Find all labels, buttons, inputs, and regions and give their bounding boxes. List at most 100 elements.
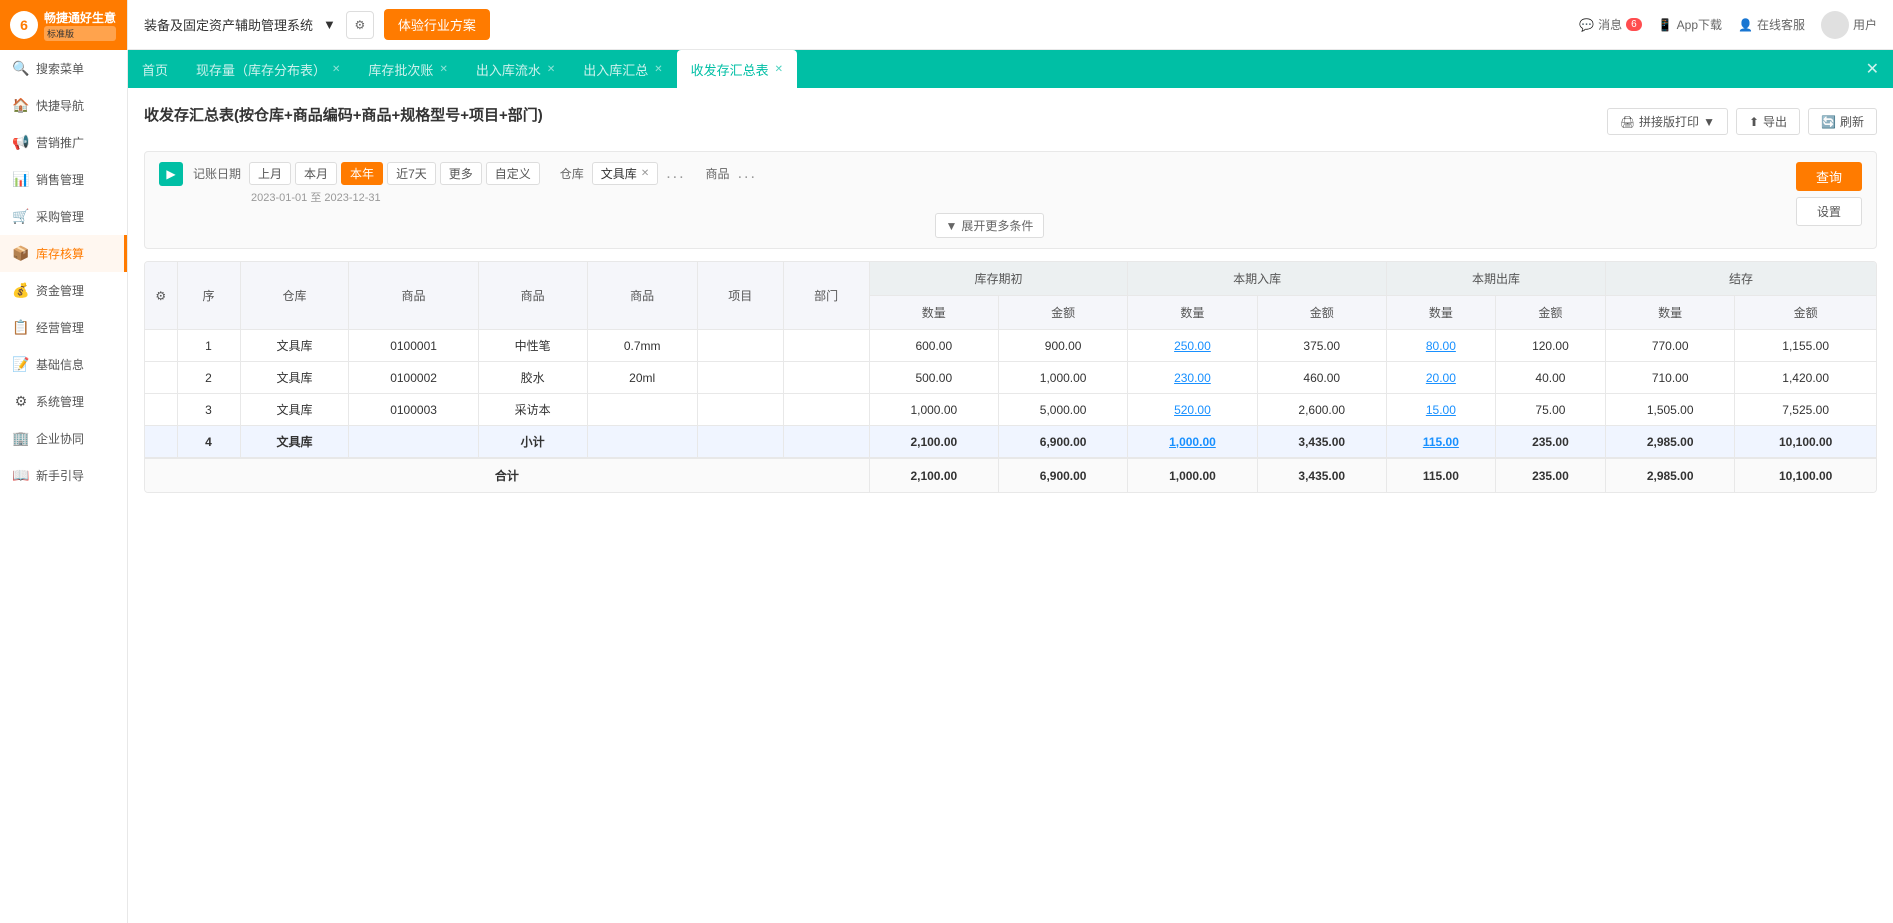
warehouse-tag-text: 文具库 xyxy=(601,165,637,182)
sidebar-item-system[interactable]: ⚙ 系统管理 xyxy=(0,383,127,420)
row-department xyxy=(783,330,869,362)
refresh-button[interactable]: 🔄 刷新 xyxy=(1808,108,1877,135)
close-all-tabs-button[interactable]: ✕ xyxy=(1852,59,1893,79)
sidebar-item-sales[interactable]: 📊 销售管理 xyxy=(0,161,127,198)
row-code xyxy=(349,426,478,459)
warehouse-ellipsis-button[interactable]: ... xyxy=(666,165,685,183)
sidebar-item-search[interactable]: 🔍 搜索菜单 xyxy=(0,50,127,87)
online-service-action[interactable]: 👤 在线客服 xyxy=(1738,16,1805,33)
date-this-month-button[interactable]: 本月 xyxy=(295,162,337,185)
date-last-month-button[interactable]: 上月 xyxy=(249,162,291,185)
col-opening-amt-header: 金额 xyxy=(998,296,1127,330)
query-button[interactable]: 查询 xyxy=(1796,162,1862,191)
tab-in-out-summary-close[interactable]: ✕ xyxy=(654,64,662,75)
sidebar-item-finance[interactable]: 💰 资金管理 xyxy=(0,272,127,309)
date-more-button[interactable]: 更多 xyxy=(440,162,482,185)
tab-in-out-summary-label: 出入库汇总 xyxy=(583,60,648,79)
sidebar-item-enterprise[interactable]: 🏢 企业协同 xyxy=(0,420,127,457)
sidebar-item-label: 新手引导 xyxy=(36,467,84,484)
row-spec xyxy=(587,426,697,459)
row-out-amt: 235.00 xyxy=(1495,426,1605,459)
goods-ellipsis-button[interactable]: ... xyxy=(738,165,757,183)
tab-in-out-flow[interactable]: 出入库流水 ✕ xyxy=(462,50,569,88)
tab-stock-dist-close[interactable]: ✕ xyxy=(332,64,340,75)
sidebar-item-purchase[interactable]: 🛒 采购管理 xyxy=(0,198,127,235)
row-settings xyxy=(145,362,177,394)
tab-in-out-summary[interactable]: 出入库汇总 ✕ xyxy=(569,50,676,88)
sidebar-item-marketing[interactable]: 📢 营销推广 xyxy=(0,124,127,161)
export-icon: ⬆ xyxy=(1749,115,1759,129)
date-this-year-button[interactable]: 本年 xyxy=(341,162,383,185)
sidebar-item-basic-info[interactable]: 📝 基础信息 xyxy=(0,346,127,383)
tab-recv-send-summary-close[interactable]: ✕ xyxy=(775,64,783,75)
col-no-header: 序 xyxy=(177,262,240,330)
tab-recv-send-summary-label: 收发存汇总表 xyxy=(691,60,769,79)
row-in-qty[interactable]: 520.00 xyxy=(1128,394,1257,426)
col-closing-amt-header: 金额 xyxy=(1735,296,1876,330)
home-icon: 🏠 xyxy=(12,97,30,114)
row-out-qty[interactable]: 115.00 xyxy=(1386,426,1495,459)
refresh-icon: 🔄 xyxy=(1821,115,1836,129)
tab-home-label: 首页 xyxy=(142,60,168,79)
header-settings-button[interactable]: ⚙ xyxy=(346,11,374,39)
row-out-qty[interactable]: 15.00 xyxy=(1386,394,1495,426)
date-preset-buttons: 上月 本月 本年 近7天 更多 自定义 xyxy=(249,162,540,185)
row-warehouse: 文具库 xyxy=(240,394,349,426)
trial-button[interactable]: 体验行业方案 xyxy=(384,9,490,40)
warehouse-tag[interactable]: 文具库 ✕ xyxy=(592,162,658,185)
tab-batch-ledger-label: 库存批次账 xyxy=(368,60,433,79)
sidebar-item-quick-nav[interactable]: 🏠 快捷导航 xyxy=(0,87,127,124)
col-department-header: 部门 xyxy=(783,262,869,330)
tab-recv-send-summary[interactable]: 收发存汇总表 ✕ xyxy=(677,50,797,88)
row-no: 2 xyxy=(177,362,240,394)
col-settings-header[interactable]: ⚙ xyxy=(145,262,177,330)
user-avatar xyxy=(1821,11,1849,39)
row-out-qty[interactable]: 80.00 xyxy=(1386,330,1495,362)
col-product-spec-header: 商品 xyxy=(587,262,697,330)
tab-stock-dist[interactable]: 现存量（库存分布表） ✕ xyxy=(182,50,354,88)
col-in-header: 本期入库 xyxy=(1128,262,1387,296)
row-opening-amt: 900.00 xyxy=(998,330,1127,362)
row-in-qty[interactable]: 1,000.00 xyxy=(1128,426,1257,459)
filter-toggle-button[interactable]: ▶ xyxy=(159,162,183,186)
row-settings xyxy=(145,330,177,362)
sidebar-item-guide[interactable]: 📖 新手引导 xyxy=(0,457,127,494)
marketing-icon: 📢 xyxy=(12,134,30,151)
expand-conditions-button[interactable]: ▼ 展开更多条件 xyxy=(935,213,1045,238)
tab-in-out-flow-close[interactable]: ✕ xyxy=(547,64,555,75)
tab-batch-ledger[interactable]: 库存批次账 ✕ xyxy=(354,50,461,88)
tab-batch-ledger-close[interactable]: ✕ xyxy=(439,64,447,75)
export-button[interactable]: ⬆ 导出 xyxy=(1736,108,1800,135)
warehouse-tag-close[interactable]: ✕ xyxy=(641,168,649,179)
col-out-header: 本期出库 xyxy=(1386,262,1605,296)
message-action[interactable]: 💬 消息 6 xyxy=(1579,16,1642,33)
filter-bar: ▶ 记账日期 上月 本月 本年 近7天 xyxy=(144,151,1877,249)
footer-out-amt: 235.00 xyxy=(1495,458,1605,492)
col-opening-header: 库存期初 xyxy=(869,262,1128,296)
sidebar-item-operations[interactable]: 📋 经营管理 xyxy=(0,309,127,346)
user-action[interactable]: 用户 xyxy=(1821,11,1877,39)
row-in-qty[interactable]: 230.00 xyxy=(1128,362,1257,394)
col-opening-qty-header: 数量 xyxy=(869,296,998,330)
date-custom-button[interactable]: 自定义 xyxy=(486,162,540,185)
row-warehouse: 文具库 xyxy=(240,330,349,362)
filter-settings-button[interactable]: 设置 xyxy=(1796,197,1862,226)
app-download-action[interactable]: 📱 App下载 xyxy=(1658,16,1722,33)
row-department xyxy=(783,394,869,426)
system-dropdown[interactable]: ▼ xyxy=(323,17,336,32)
settings-icon: ⚙ xyxy=(155,289,166,303)
footer-in-amt: 3,435.00 xyxy=(1257,458,1386,492)
date-7days-button[interactable]: 近7天 xyxy=(387,162,436,185)
row-warehouse: 文具库 xyxy=(240,426,349,459)
tab-home[interactable]: 首页 xyxy=(128,50,182,88)
print-button[interactable]: 🖨 拼接版打印 ▼ xyxy=(1607,108,1728,135)
row-name: 采访本 xyxy=(478,394,587,426)
gear-icon: ⚙ xyxy=(355,18,366,32)
sidebar-item-inventory[interactable]: 📦 库存核算 xyxy=(0,235,127,272)
row-closing-amt: 1,155.00 xyxy=(1735,330,1876,362)
row-out-qty[interactable]: 20.00 xyxy=(1386,362,1495,394)
row-project xyxy=(697,394,783,426)
row-in-qty[interactable]: 250.00 xyxy=(1128,330,1257,362)
row-opening-amt: 6,900.00 xyxy=(998,426,1127,459)
sidebar-item-label: 系统管理 xyxy=(36,393,84,410)
